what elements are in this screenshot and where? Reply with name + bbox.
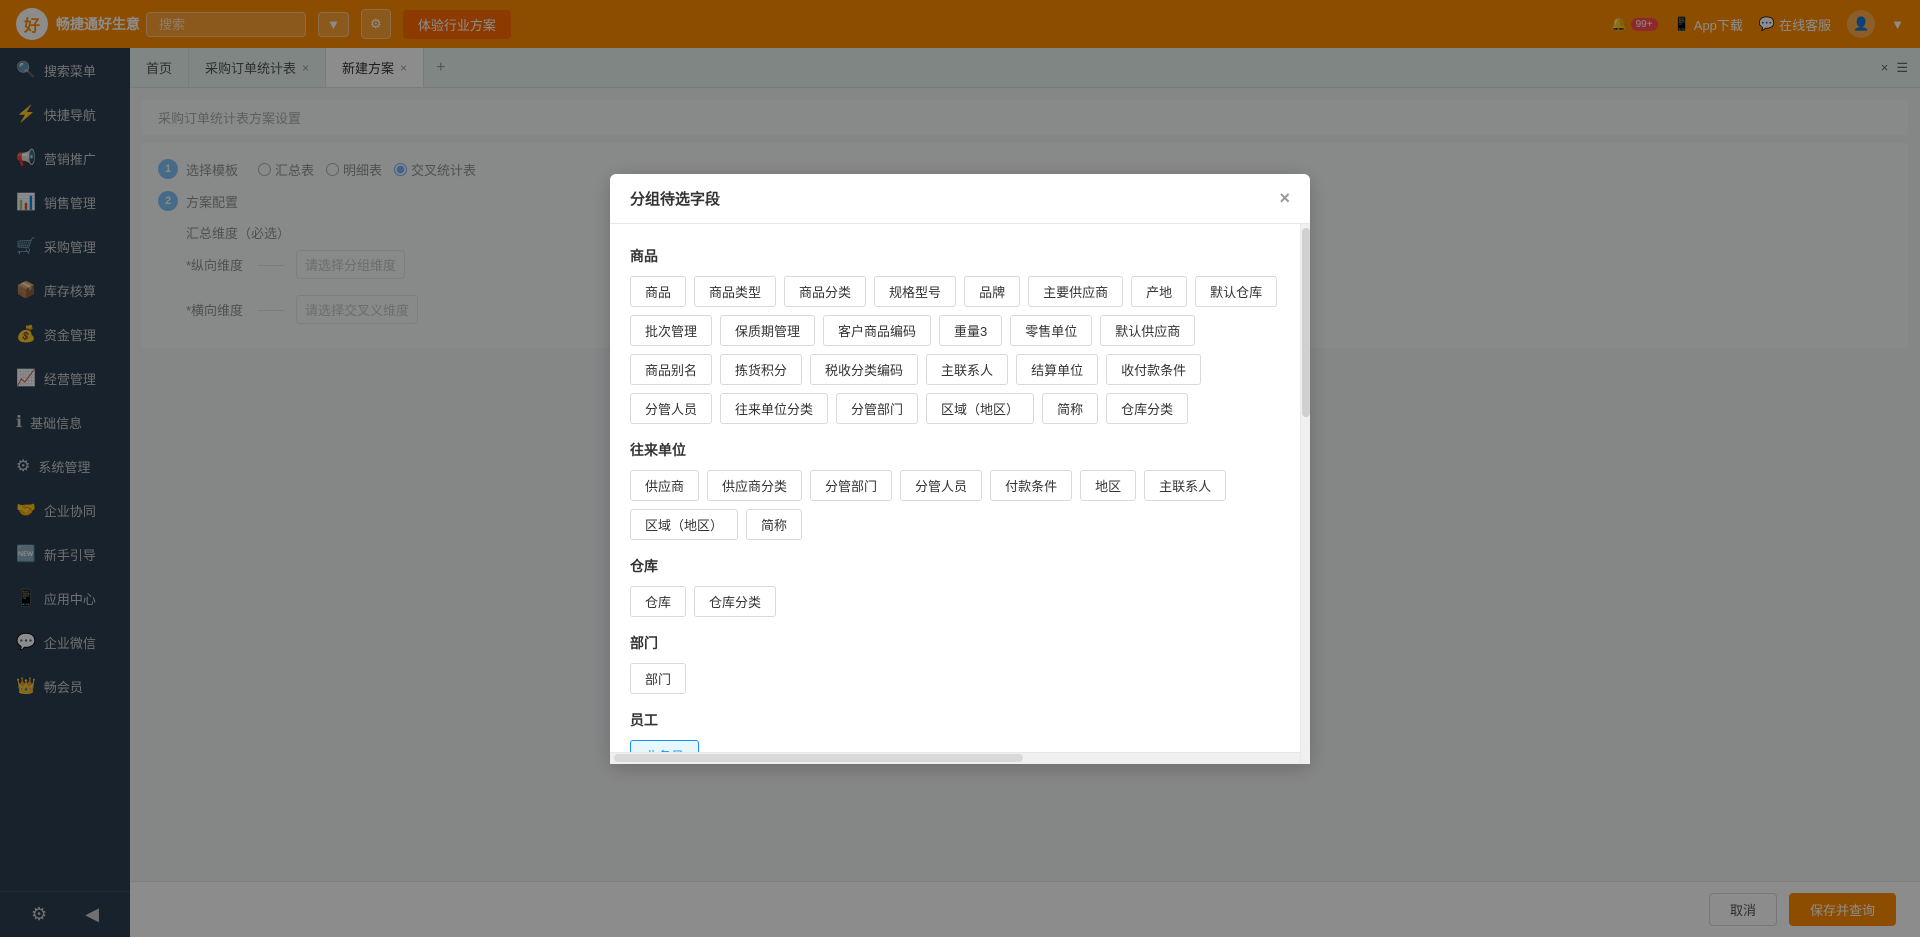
section-title-staff: 员工 [630, 710, 1280, 730]
section-title-warehouse: 仓库 [630, 556, 1280, 576]
tag-goods-manager[interactable]: 分管人员 [630, 393, 712, 424]
modal-content-area: 商品 商品 商品类型 商品分类 规格型号 品牌 主要供应商 产地 默认仓库 批次… [610, 224, 1300, 764]
tag-partner-supplier-cat[interactable]: 供应商分类 [707, 470, 802, 501]
tag-goods-shelf-life[interactable]: 保质期管理 [720, 315, 815, 346]
section-staff-tags: 业务员 [630, 740, 1280, 752]
tag-goods-dept[interactable]: 分管部门 [836, 393, 918, 424]
tag-partner-region[interactable]: 地区 [1080, 470, 1136, 501]
section-partner-tags: 供应商 供应商分类 分管部门 分管人员 付款条件 地区 主联系人 区域（地区） … [630, 470, 1280, 540]
tag-goods-pick-points[interactable]: 拣货积分 [720, 354, 802, 385]
tag-partner-supplier[interactable]: 供应商 [630, 470, 699, 501]
tag-staff-salesperson[interactable]: 业务员 [630, 740, 699, 752]
tag-goods-default-supplier[interactable]: 默认供应商 [1100, 315, 1195, 346]
tag-goods-product[interactable]: 商品 [630, 276, 686, 307]
section-warehouse-tags: 仓库 仓库分类 [630, 586, 1280, 617]
section-title-goods: 商品 [630, 246, 1280, 266]
section-title-partner: 往来单位 [630, 440, 1280, 460]
tag-goods-warehouse-cat[interactable]: 仓库分类 [1106, 393, 1188, 424]
tag-goods-retail-unit[interactable]: 零售单位 [1010, 315, 1092, 346]
tag-goods-main-supplier[interactable]: 主要供应商 [1028, 276, 1123, 307]
tag-warehouse-main[interactable]: 仓库 [630, 586, 686, 617]
tag-partner-region2[interactable]: 区域（地区） [630, 509, 738, 540]
tag-goods-settle-unit[interactable]: 结算单位 [1016, 354, 1098, 385]
tag-partner-contact[interactable]: 主联系人 [1144, 470, 1226, 501]
modal-inner: 商品 商品 商品类型 商品分类 规格型号 品牌 主要供应商 产地 默认仓库 批次… [610, 224, 1310, 764]
modal-header: 分组待选字段 × [610, 174, 1310, 224]
tag-dept-main[interactable]: 部门 [630, 663, 686, 694]
tag-goods-abbr[interactable]: 简称 [1042, 393, 1098, 424]
tag-partner-payment[interactable]: 付款条件 [990, 470, 1072, 501]
modal-horizontal-scrollbar[interactable] [610, 752, 1300, 764]
tag-partner-manager[interactable]: 分管人员 [900, 470, 982, 501]
tag-goods-partner-category[interactable]: 往来单位分类 [720, 393, 828, 424]
modal-vertical-scrollbar[interactable] [1300, 224, 1310, 764]
modal-close-button[interactable]: × [1279, 189, 1290, 207]
tag-goods-region[interactable]: 区域（地区） [926, 393, 1034, 424]
tag-goods-weight[interactable]: 重量3 [939, 315, 1002, 346]
modal-dialog: 分组待选字段 × 商品 商品 商品类型 商品分类 规格型号 品牌 主要供应商 产… [610, 174, 1310, 764]
tag-goods-type[interactable]: 商品类型 [694, 276, 776, 307]
tag-partner-abbr[interactable]: 简称 [746, 509, 802, 540]
section-goods-tags: 商品 商品类型 商品分类 规格型号 品牌 主要供应商 产地 默认仓库 批次管理 … [630, 276, 1280, 424]
tag-goods-spec[interactable]: 规格型号 [874, 276, 956, 307]
tag-partner-dept[interactable]: 分管部门 [810, 470, 892, 501]
tag-goods-brand[interactable]: 品牌 [964, 276, 1020, 307]
modal-vscroll-thumb [1302, 228, 1310, 417]
modal-body: 商品 商品 商品类型 商品分类 规格型号 品牌 主要供应商 产地 默认仓库 批次… [610, 224, 1300, 752]
section-title-dept: 部门 [630, 633, 1280, 653]
tag-goods-batch[interactable]: 批次管理 [630, 315, 712, 346]
modal-hscroll-thumb [614, 754, 1023, 762]
tag-goods-tax-code[interactable]: 税收分类编码 [810, 354, 918, 385]
tag-goods-contact[interactable]: 主联系人 [926, 354, 1008, 385]
section-dept-tags: 部门 [630, 663, 1280, 694]
tag-goods-origin[interactable]: 产地 [1131, 276, 1187, 307]
modal-title: 分组待选字段 [630, 188, 720, 209]
tag-goods-payment[interactable]: 收付款条件 [1106, 354, 1201, 385]
tag-warehouse-cat[interactable]: 仓库分类 [694, 586, 776, 617]
tag-goods-customer-code[interactable]: 客户商品编码 [823, 315, 931, 346]
tag-goods-default-warehouse[interactable]: 默认仓库 [1195, 276, 1277, 307]
modal-overlay: 分组待选字段 × 商品 商品 商品类型 商品分类 规格型号 品牌 主要供应商 产… [0, 0, 1920, 937]
tag-goods-alias[interactable]: 商品别名 [630, 354, 712, 385]
tag-goods-category[interactable]: 商品分类 [784, 276, 866, 307]
